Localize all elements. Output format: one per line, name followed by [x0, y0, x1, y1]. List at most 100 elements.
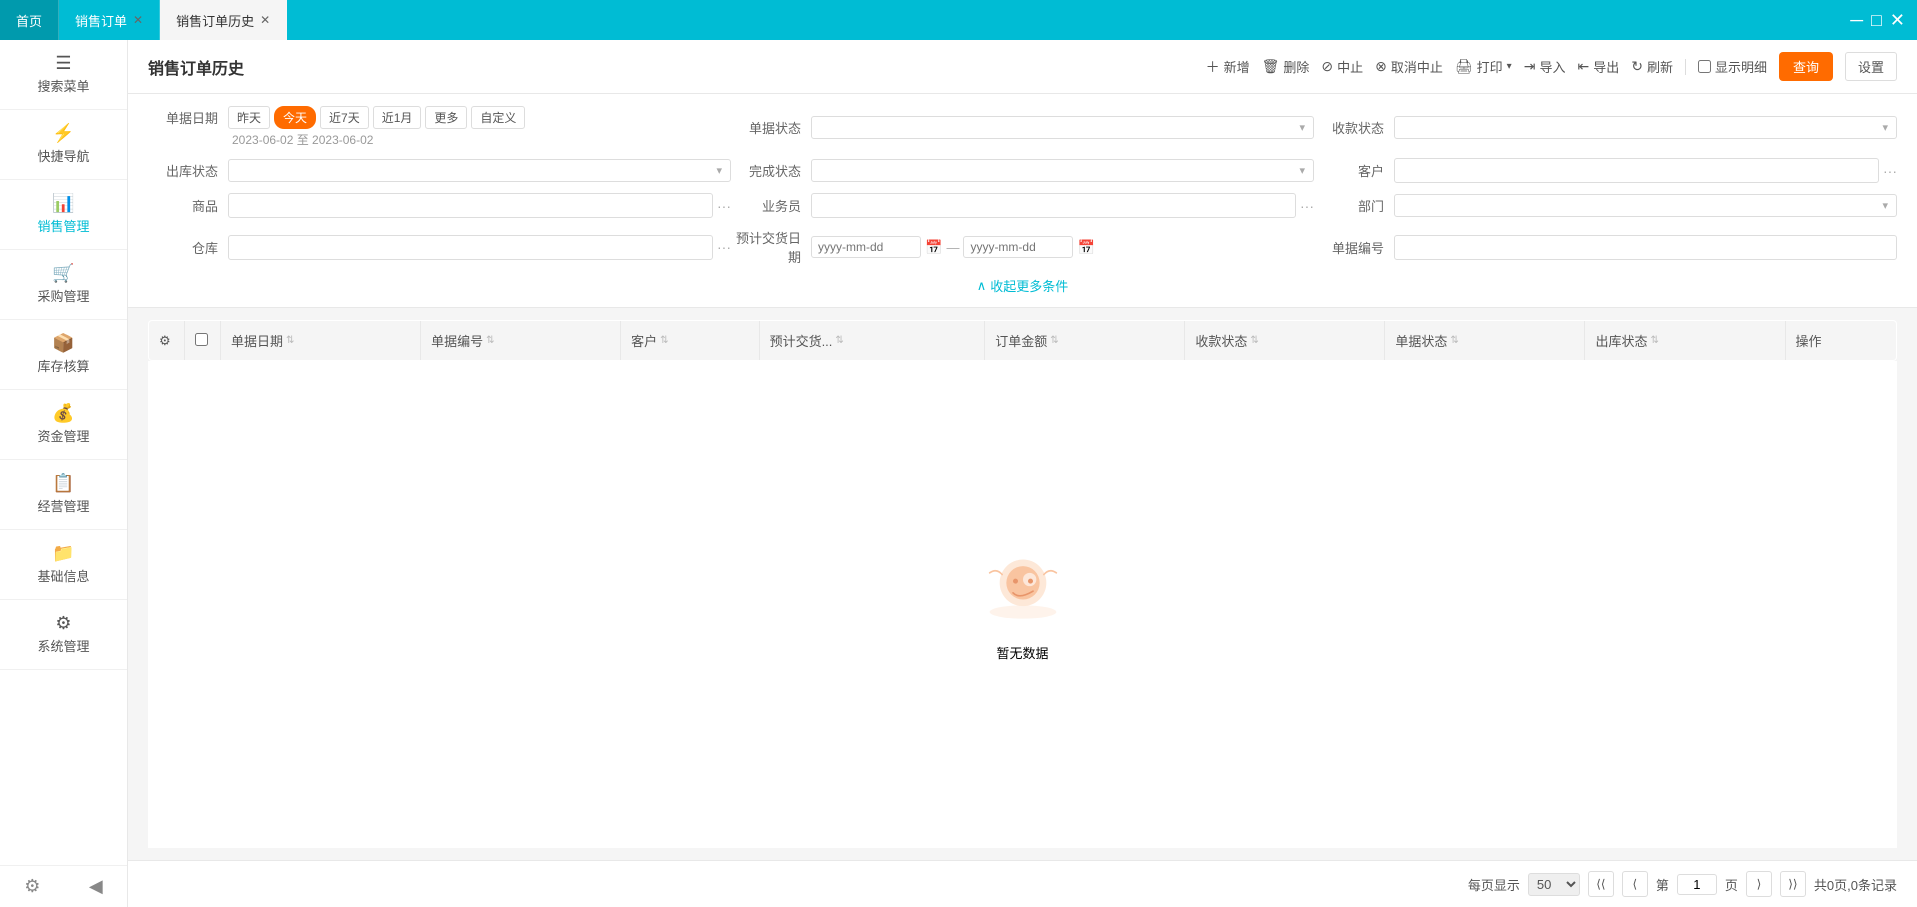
warehouse-ellipsis[interactable]: ··· [717, 239, 731, 255]
tab-sales-order-close[interactable]: ✕ [133, 13, 143, 27]
page-number-input[interactable] [1677, 874, 1717, 895]
tab-sales-history[interactable]: 销售订单历史 ✕ [160, 0, 287, 40]
display-cols-label: 显示明细 [1715, 57, 1767, 76]
doc-number-input[interactable] [1394, 235, 1897, 260]
calendar-end-icon[interactable]: 📅 [1077, 239, 1094, 256]
department-select[interactable]: ▾ [1394, 194, 1897, 217]
customer-ellipsis[interactable]: ··· [1883, 163, 1897, 179]
refresh-icon: ↻ [1631, 58, 1643, 75]
out-status-select[interactable]: ▾ [228, 159, 731, 182]
col-out-status[interactable]: 出库状态 ⇅ [1585, 321, 1785, 361]
table-header-row: ⚙ 单据日期 ⇅ 单据编号 [149, 321, 1897, 361]
expected-date-start[interactable] [811, 236, 921, 258]
col-settings[interactable]: ⚙ [149, 321, 185, 361]
product-ellipsis[interactable]: ··· [717, 198, 731, 214]
col-amount[interactable]: 订单金额 ⇅ [985, 321, 1185, 361]
sidebar-item-inventory[interactable]: 📦 库存核算 [0, 320, 127, 390]
product-input[interactable] [228, 193, 713, 218]
sidebar-item-search-menu[interactable]: ☰ 搜索菜单 [0, 40, 127, 110]
complete-status-arrow: ▾ [1299, 164, 1305, 177]
col-payment-status[interactable]: 收款状态 ⇅ [1185, 321, 1385, 361]
settings-button[interactable]: 设置 [1845, 52, 1897, 81]
product-label: 商品 [148, 196, 228, 215]
date-btn-1month[interactable]: 近1月 [373, 106, 422, 129]
sidebar-item-quick-nav[interactable]: ⚡ 快捷导航 [0, 110, 127, 180]
calendar-start-icon[interactable]: 📅 [925, 239, 942, 256]
tab-home[interactable]: 首页 [0, 0, 59, 40]
minimize-button[interactable]: ─ [1850, 11, 1863, 29]
sidebar-item-business[interactable]: 📋 经营管理 [0, 460, 127, 530]
sidebar-item-purchase[interactable]: 🛒 采购管理 [0, 250, 127, 320]
collapse-row[interactable]: ∧ 收起更多条件 [148, 276, 1897, 295]
col-order-status-label: 单据状态 [1395, 331, 1447, 350]
tab-sales-history-close[interactable]: ✕ [260, 13, 270, 27]
sidebar-item-sys-mgmt[interactable]: ⚙ 系统管理 [0, 600, 127, 670]
order-status-label: 单据状态 [731, 118, 811, 137]
date-btn-7days[interactable]: 近7天 [320, 106, 369, 129]
col-customer[interactable]: 客户 ⇅ [621, 321, 759, 361]
table-footer: 每页显示 10 20 50 100 ⟨⟨ ⟨ 第 页 ⟩ ⟩⟩ 共0页,0条记录 [128, 860, 1917, 907]
sidebar-item-finance[interactable]: 💰 资金管理 [0, 390, 127, 460]
payment-status-select[interactable]: ▾ [1394, 116, 1897, 139]
inventory-icon: 📦 [52, 334, 74, 352]
order-status-select[interactable]: ▾ [811, 116, 1314, 139]
col-amount-sort: ⇅ [1050, 335, 1058, 346]
page-size-select[interactable]: 10 20 50 100 [1528, 873, 1580, 896]
filter-row-2: 出库状态 ▾ 完成状态 ▾ 客户 ··· [148, 158, 1897, 183]
sidebar-collapse-icon[interactable]: ◀ [89, 876, 103, 897]
close-button[interactable]: ✕ [1890, 11, 1905, 29]
sidebar-settings-icon[interactable]: ⚙ [24, 876, 40, 897]
collapse-label: 收起更多条件 [990, 276, 1068, 295]
total-info: 共0页,0条记录 [1814, 875, 1897, 894]
filter-row-4: 仓库 ··· 预计交货日期 📅 — 📅 单据编号 [148, 228, 1897, 266]
date-btn-yesterday[interactable]: 昨天 [228, 106, 270, 129]
display-cols-input[interactable] [1698, 60, 1711, 73]
col-number[interactable]: 单据编号 ⇅ [421, 321, 621, 361]
stop-button[interactable]: ⊘ 中止 [1321, 57, 1363, 76]
table-header: ⚙ 单据日期 ⇅ 单据编号 [149, 321, 1897, 361]
cancel-stop-button[interactable]: ⊗ 取消中止 [1375, 57, 1443, 76]
sidebar-item-purchase-label: 采购管理 [37, 286, 89, 305]
customer-input[interactable] [1394, 158, 1879, 183]
col-checkbox[interactable] [185, 321, 221, 361]
export-button[interactable]: ⇤ 导出 [1577, 57, 1619, 76]
salesperson-input[interactable] [811, 193, 1296, 218]
complete-status-select[interactable]: ▾ [811, 159, 1314, 182]
date-filter-label: 单据日期 [148, 108, 228, 127]
col-expected-date[interactable]: 预计交货... ⇅ [759, 321, 985, 361]
expected-date-end[interactable] [963, 236, 1073, 258]
maximize-button[interactable]: □ [1871, 11, 1882, 29]
tab-sales-order[interactable]: 销售订单 ✕ [59, 0, 160, 40]
warehouse-input[interactable] [228, 235, 713, 260]
next-page-button[interactable]: ⟩ [1746, 871, 1772, 897]
date-btn-today[interactable]: 今天 [274, 106, 316, 129]
settings-button-label: 设置 [1858, 57, 1884, 76]
col-operation-label: 操作 [1796, 334, 1822, 349]
select-all-checkbox[interactable] [195, 333, 208, 346]
new-button[interactable]: ＋ 新增 [1206, 57, 1250, 77]
salesperson-ellipsis[interactable]: ··· [1300, 198, 1314, 214]
col-expected-date-sort: ⇅ [835, 335, 843, 346]
filter-row-3: 商品 ··· 业务员 ··· 部门 ▾ [148, 193, 1897, 218]
import-button[interactable]: ⇥ 导入 [1524, 57, 1566, 76]
page-title: 销售订单历史 [148, 55, 1206, 79]
display-cols-checkbox[interactable]: 显示明细 [1698, 57, 1767, 76]
last-page-button[interactable]: ⟩⟩ [1780, 871, 1806, 897]
date-btn-custom[interactable]: 自定义 [471, 106, 525, 129]
prev-page-button[interactable]: ⟨ [1622, 871, 1648, 897]
sidebar-item-finance-label: 资金管理 [37, 426, 89, 445]
col-date[interactable]: 单据日期 ⇅ [221, 321, 421, 361]
date-btn-more[interactable]: 更多 [425, 106, 467, 129]
col-order-status[interactable]: 单据状态 ⇅ [1385, 321, 1585, 361]
toolbar: ＋ 新增 🗑 删除 ⊘ 中止 ⊗ 取消中止 🖨 打印 [1206, 52, 1897, 81]
sidebar-item-sales[interactable]: 📊 销售管理 [0, 180, 127, 250]
print-button[interactable]: 🖨 打印 ▾ [1455, 57, 1512, 76]
delete-button[interactable]: 🗑 删除 [1262, 57, 1310, 76]
sidebar-item-basic-info[interactable]: 📁 基础信息 [0, 530, 127, 600]
stop-icon: ⊘ [1321, 58, 1333, 75]
first-page-button[interactable]: ⟨⟨ [1588, 871, 1614, 897]
query-button[interactable]: 查询 [1779, 52, 1833, 81]
tab-sales-history-label: 销售订单历史 [176, 11, 254, 30]
col-amount-label: 订单金额 [995, 331, 1047, 350]
refresh-button[interactable]: ↻ 刷新 [1631, 57, 1673, 76]
